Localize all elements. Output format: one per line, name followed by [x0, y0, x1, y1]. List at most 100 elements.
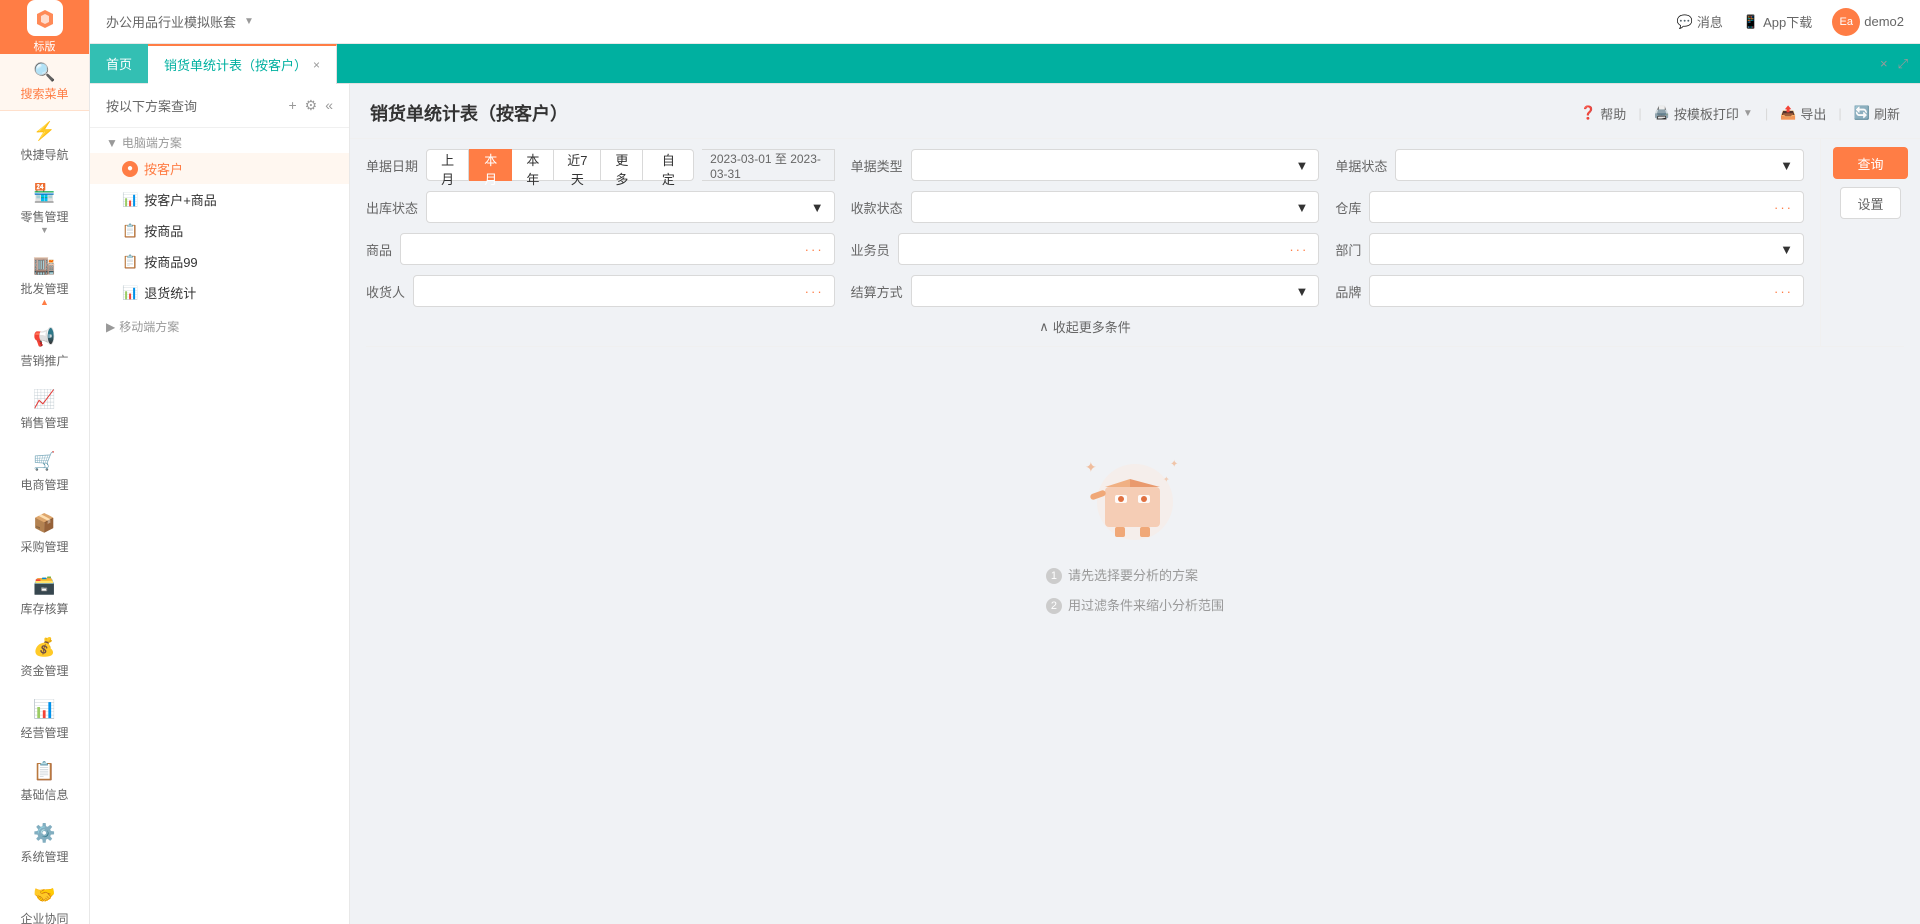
breadcrumb-dropdown-icon[interactable]: ▼	[244, 16, 254, 27]
date-btn-7days[interactable]: 近7天	[554, 149, 601, 181]
date-btn-custom[interactable]: 自定义	[643, 149, 694, 181]
sidebar-item-system[interactable]: ⚙️ 系统管理	[0, 813, 90, 875]
filter-department: 部门 ▼	[1335, 233, 1804, 265]
date-btn-more[interactable]: 更多	[601, 149, 643, 181]
scheme-label-customer: 按客户	[144, 159, 183, 178]
marketing-label: 营销推广	[20, 352, 68, 369]
settlement-input[interactable]: ▼	[911, 275, 1320, 307]
scheme-icon-3: 📋	[122, 254, 138, 270]
scheme-item-goods[interactable]: 📋 按商品	[90, 215, 349, 246]
sidebar-item-search[interactable]: 🔍 帮助 搜索菜单	[0, 54, 90, 111]
help-button[interactable]: ❓ 帮助	[1580, 104, 1626, 123]
sidebar-item-purchase[interactable]: 📦 采购管理	[0, 503, 90, 565]
print-button[interactable]: 🖨️ 按模板打印 ▼	[1654, 104, 1753, 123]
desktop-group-label: 电脑端方案	[122, 134, 182, 151]
scheme-label-4: 退货统计	[144, 283, 196, 302]
filter-brand: 品牌 ···	[1335, 275, 1804, 307]
desktop-scheme-group[interactable]: ▼ 电脑端方案	[90, 128, 349, 153]
collection-status-input[interactable]: ▼	[911, 191, 1320, 223]
page-actions: ❓ 帮助 | 🖨️ 按模板打印 ▼ | 📤 导出 |	[1580, 104, 1900, 123]
enterprise-icon: 🤝	[33, 885, 55, 906]
window-maximize-icon[interactable]: ⤢	[1898, 56, 1908, 72]
sidebar-item-business[interactable]: 📊 经营管理	[0, 689, 90, 751]
sidebar-item-finance[interactable]: 💰 资金管理	[0, 627, 90, 689]
sidebar-item-inventory[interactable]: 🗃️ 库存核算	[0, 565, 90, 627]
filter-section: 单据日期 上月 本月 本年 近7天 更多 自定义 2023-03-01 至 20…	[350, 139, 1920, 346]
page-title: 销货单统计表（按客户）	[370, 100, 568, 126]
recipient-dots-icon: ···	[805, 284, 824, 299]
scheme-item-return[interactable]: 📊 退货统计	[90, 277, 349, 308]
message-icon: 💬	[1677, 14, 1693, 30]
sidebar-item-ecommerce[interactable]: 🛒 电商管理	[0, 441, 90, 503]
inventory-label: 库存核算	[20, 600, 68, 617]
sidebar-item-quicknav[interactable]: ⚡ 快捷导航	[0, 111, 90, 173]
date-btn-current-year[interactable]: 本年	[512, 149, 554, 181]
scheme-item-customer-goods[interactable]: 📊 按客户+商品	[90, 184, 349, 215]
settings-button[interactable]: 设置	[1840, 187, 1900, 219]
app-download-button[interactable]: 📱 App下载	[1743, 12, 1812, 31]
user-menu[interactable]: Ea demo2	[1832, 8, 1904, 36]
svg-text:✦: ✦	[1085, 459, 1097, 475]
brand-input[interactable]: ···	[1369, 275, 1804, 307]
sidebar-item-sales[interactable]: 📈 销售管理	[0, 379, 90, 441]
marketing-icon: 📢	[33, 327, 55, 348]
tab-close-icon[interactable]: ×	[313, 58, 320, 72]
message-button[interactable]: 💬 消息	[1677, 12, 1723, 31]
print-icon: 🖨️	[1654, 105, 1670, 121]
sidebar-item-wholesale[interactable]: 🏬 批发管理 ▲	[0, 245, 90, 317]
tab-active-label: 销货单统计表（按客户）	[164, 55, 307, 74]
collapse-bar[interactable]: ∧ 收起更多条件	[350, 307, 1820, 346]
goods-input[interactable]: ···	[400, 233, 835, 265]
mobile-scheme-group[interactable]: ▶ 移动端方案	[90, 312, 349, 337]
logo[interactable]: 标版	[0, 0, 90, 54]
warehouse-label: 仓库	[1335, 198, 1361, 217]
sidebar-item-marketing[interactable]: 📢 营销推广	[0, 317, 90, 379]
date-btn-last-month[interactable]: 上月	[426, 149, 469, 181]
ecommerce-label: 电商管理	[20, 476, 68, 493]
window-close-icon[interactable]: ×	[1880, 56, 1888, 71]
scheme-item-goods99[interactable]: 📋 按商品99	[90, 246, 349, 277]
salesperson-input[interactable]: ···	[898, 233, 1320, 265]
breadcrumb-text: 办公用品行业模拟账套	[106, 12, 236, 31]
export-button[interactable]: 📤 导出	[1780, 104, 1826, 123]
left-panel-title: 按以下方案查询	[106, 96, 197, 115]
basic-label: 基础信息	[20, 786, 68, 803]
warehouse-input[interactable]: ···	[1369, 191, 1804, 223]
left-panel-actions: + ⚙ «	[288, 97, 333, 114]
business-icon: 📊	[33, 699, 55, 720]
sidebar-item-enterprise[interactable]: 🤝 企业协同	[0, 875, 90, 924]
filter-settlement: 结算方式 ▼	[851, 275, 1320, 307]
query-button[interactable]: 查询	[1833, 147, 1907, 179]
out-status-input[interactable]: ▼	[426, 191, 835, 223]
recipient-input[interactable]: ···	[413, 275, 835, 307]
header-actions: 💬 消息 📱 App下载 Ea demo2	[1677, 8, 1904, 36]
filter-row-3: 商品 ··· 业务员 ···	[350, 223, 1820, 265]
collapse-panel-button[interactable]: «	[325, 97, 333, 114]
empty-tip-2: 2 用过滤条件来缩小分析范围	[1046, 593, 1224, 619]
refresh-label: 刷新	[1874, 104, 1900, 123]
sidebar-item-retail[interactable]: 🏪 零售管理 ▼	[0, 173, 90, 245]
salesperson-dots-icon: ···	[1289, 242, 1308, 257]
sidebar-item-basic[interactable]: 📋 基础信息	[0, 751, 90, 813]
date-buttons: 上月 本月 本年 近7天 更多 自定义	[426, 149, 694, 181]
warehouse-dots-icon: ···	[1774, 200, 1793, 215]
filter-date: 单据日期 上月 本月 本年 近7天 更多 自定义 2023-03-01 至 20…	[366, 149, 835, 181]
user-name: demo2	[1864, 14, 1904, 29]
wholesale-label: 批发管理	[20, 280, 68, 297]
department-input[interactable]: ▼	[1369, 233, 1804, 265]
scheme-item-customer[interactable]: ● 按客户	[90, 153, 349, 184]
doc-status-input[interactable]: ▼	[1395, 149, 1804, 181]
empty-state: ✦ ✦ ✦ 1 请先选择要分析的方案 2 用过滤条件来缩小分析范围	[350, 347, 1920, 703]
scheme-label-3: 按商品99	[144, 252, 197, 271]
avatar: Ea	[1832, 8, 1860, 36]
settings-scheme-button[interactable]: ⚙	[305, 97, 318, 114]
filter-doc-type: 单据类型 ▼	[851, 149, 1320, 181]
filter-out-status: 出库状态 ▼	[366, 191, 835, 223]
add-scheme-button[interactable]: +	[288, 97, 296, 114]
doc-type-input[interactable]: ▼	[911, 149, 1320, 181]
refresh-button[interactable]: 🔄 刷新	[1854, 104, 1900, 123]
tab-active[interactable]: 销货单统计表（按客户） ×	[148, 44, 337, 84]
date-btn-current-month[interactable]: 本月	[469, 149, 512, 181]
left-scheme-panel: 按以下方案查询 + ⚙ « ▼ 电脑端方案 ● 按客户 📊 按客户+商品	[90, 84, 350, 924]
tab-home[interactable]: 首页	[90, 44, 148, 84]
